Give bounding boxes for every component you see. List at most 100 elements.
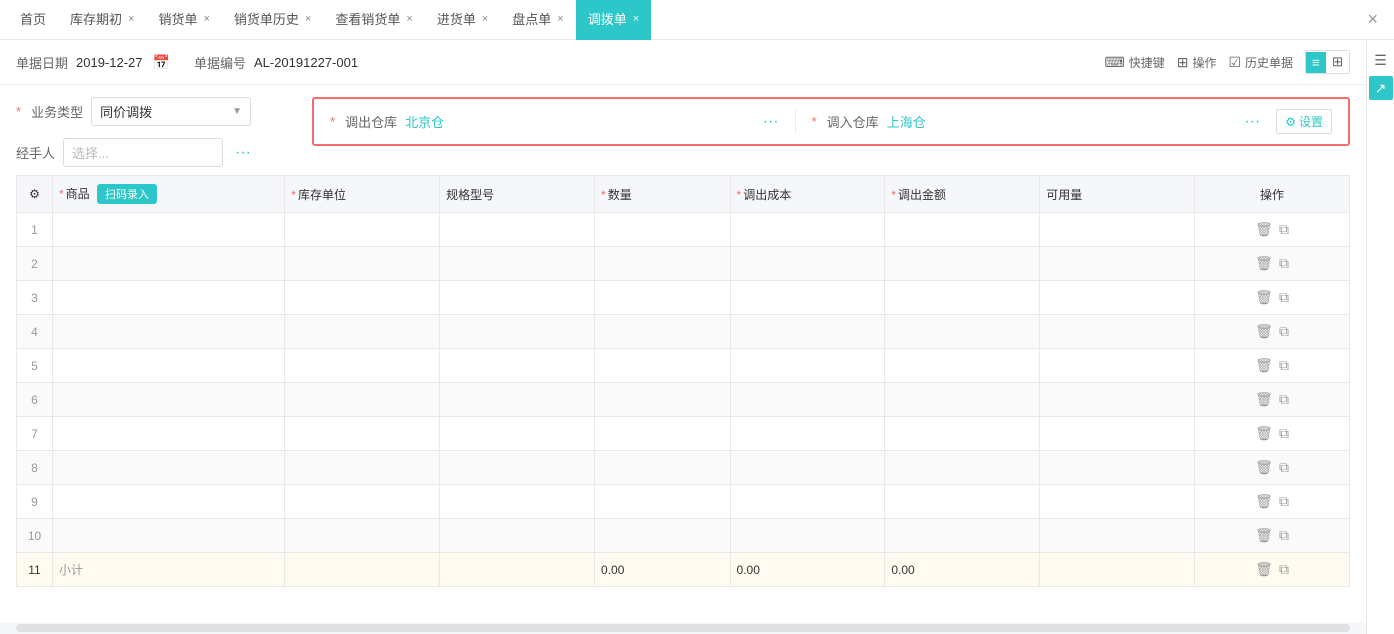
unit-cell[interactable]: [285, 213, 440, 247]
tab-close-inventory-check[interactable]: ×: [557, 13, 563, 25]
copy-icon[interactable]: ⧉: [1279, 561, 1289, 578]
delete-icon[interactable]: 🗑: [1255, 561, 1273, 578]
available-cell[interactable]: [1040, 281, 1195, 315]
delete-icon[interactable]: 🗑: [1255, 493, 1273, 510]
biz-type-select[interactable]: 同价调拨 ▼: [91, 97, 251, 126]
qty-cell[interactable]: [595, 451, 731, 485]
product-cell[interactable]: [53, 417, 285, 451]
copy-icon[interactable]: ⧉: [1279, 493, 1289, 510]
copy-icon[interactable]: ⧉: [1279, 323, 1289, 340]
amount-cell[interactable]: [885, 247, 1040, 281]
spec-cell[interactable]: [440, 247, 595, 281]
handler-select[interactable]: 选择...: [63, 138, 223, 167]
product-cell[interactable]: [53, 519, 285, 553]
amount-cell[interactable]: [885, 451, 1040, 485]
product-cell[interactable]: [53, 485, 285, 519]
calendar-icon[interactable]: 📅: [153, 54, 170, 71]
tab-home[interactable]: 首页: [8, 0, 58, 40]
available-cell[interactable]: [1040, 485, 1195, 519]
unit-cell[interactable]: [285, 247, 440, 281]
handler-more-icon[interactable]: ···: [235, 144, 251, 162]
product-cell[interactable]: [53, 383, 285, 417]
tab-close-view-sales[interactable]: ×: [406, 13, 412, 25]
cost-cell[interactable]: [730, 417, 885, 451]
sidebar-expand-icon[interactable]: ↗: [1369, 76, 1393, 100]
delete-icon[interactable]: 🗑: [1255, 323, 1273, 340]
qty-cell[interactable]: [595, 213, 731, 247]
spec-cell[interactable]: [440, 519, 595, 553]
tab-close-transfer[interactable]: ×: [633, 13, 639, 25]
sidebar-list-icon[interactable]: ☰: [1369, 48, 1393, 72]
tab-close-purchase[interactable]: ×: [482, 13, 488, 25]
qty-cell[interactable]: [595, 315, 731, 349]
th-gear[interactable]: ⚙: [17, 176, 53, 213]
tab-close-sales-history[interactable]: ×: [305, 13, 311, 25]
qty-cell[interactable]: [595, 519, 731, 553]
spec-cell[interactable]: [440, 485, 595, 519]
unit-cell[interactable]: [285, 451, 440, 485]
product-cell[interactable]: [53, 349, 285, 383]
amount-cell[interactable]: [885, 349, 1040, 383]
tab-sales-history[interactable]: 销货单历史 ×: [222, 0, 323, 40]
spec-cell[interactable]: [440, 383, 595, 417]
available-cell[interactable]: [1040, 383, 1195, 417]
amount-cell[interactable]: [885, 383, 1040, 417]
cost-cell[interactable]: [730, 315, 885, 349]
cost-cell[interactable]: [730, 281, 885, 315]
product-cell[interactable]: [53, 247, 285, 281]
tab-bar-close-icon[interactable]: ×: [1359, 9, 1386, 30]
delete-icon[interactable]: 🗑: [1255, 459, 1273, 476]
delete-icon[interactable]: 🗑: [1255, 289, 1273, 306]
cost-cell[interactable]: [730, 213, 885, 247]
product-cell[interactable]: [53, 315, 285, 349]
operation-button[interactable]: ⊞ 操作: [1177, 54, 1217, 71]
cost-cell[interactable]: [730, 349, 885, 383]
copy-icon[interactable]: ⧉: [1279, 289, 1289, 306]
qty-cell[interactable]: [595, 485, 731, 519]
available-cell[interactable]: [1040, 213, 1195, 247]
list-view-button[interactable]: ≡: [1306, 52, 1326, 73]
spec-cell[interactable]: [440, 417, 595, 451]
product-cell[interactable]: [53, 213, 285, 247]
cost-cell[interactable]: [730, 485, 885, 519]
delete-icon[interactable]: 🗑: [1255, 255, 1273, 272]
amount-cell[interactable]: [885, 417, 1040, 451]
copy-icon[interactable]: ⧉: [1279, 459, 1289, 476]
in-warehouse-more-icon[interactable]: ···: [1244, 113, 1260, 131]
shortcut-button[interactable]: ⌨ 快捷键: [1104, 54, 1164, 71]
unit-cell[interactable]: [285, 383, 440, 417]
qty-cell[interactable]: [595, 349, 731, 383]
tab-inventory-check[interactable]: 盘点单 ×: [500, 0, 575, 40]
amount-cell[interactable]: [885, 281, 1040, 315]
cost-cell[interactable]: [730, 247, 885, 281]
copy-icon[interactable]: ⧉: [1279, 425, 1289, 442]
unit-cell[interactable]: [285, 315, 440, 349]
tab-inventory-init[interactable]: 库存期初 ×: [58, 0, 146, 40]
tab-close-sales-order[interactable]: ×: [203, 13, 209, 25]
product-cell[interactable]: [53, 451, 285, 485]
out-warehouse-more-icon[interactable]: ···: [763, 113, 779, 131]
delete-icon[interactable]: 🗑: [1255, 391, 1273, 408]
copy-icon[interactable]: ⧉: [1279, 221, 1289, 238]
available-cell[interactable]: [1040, 519, 1195, 553]
amount-cell[interactable]: [885, 315, 1040, 349]
available-cell[interactable]: [1040, 451, 1195, 485]
history-button[interactable]: ☑ 历史单据: [1228, 54, 1293, 71]
horizontal-scrollbar[interactable]: [16, 624, 1350, 632]
amount-cell[interactable]: [885, 485, 1040, 519]
unit-cell[interactable]: [285, 349, 440, 383]
tab-transfer[interactable]: 调拨单 ×: [576, 0, 651, 40]
cost-cell[interactable]: [730, 451, 885, 485]
spec-cell[interactable]: [440, 213, 595, 247]
tab-close-inventory-init[interactable]: ×: [128, 13, 134, 25]
qty-cell[interactable]: [595, 417, 731, 451]
unit-cell[interactable]: [285, 281, 440, 315]
copy-icon[interactable]: ⧉: [1279, 391, 1289, 408]
copy-icon[interactable]: ⧉: [1279, 357, 1289, 374]
grid-view-button[interactable]: ⊞: [1326, 51, 1349, 73]
cost-cell[interactable]: [730, 383, 885, 417]
unit-cell[interactable]: [285, 519, 440, 553]
qty-cell[interactable]: [595, 247, 731, 281]
spec-cell[interactable]: [440, 451, 595, 485]
delete-icon[interactable]: 🗑: [1255, 221, 1273, 238]
